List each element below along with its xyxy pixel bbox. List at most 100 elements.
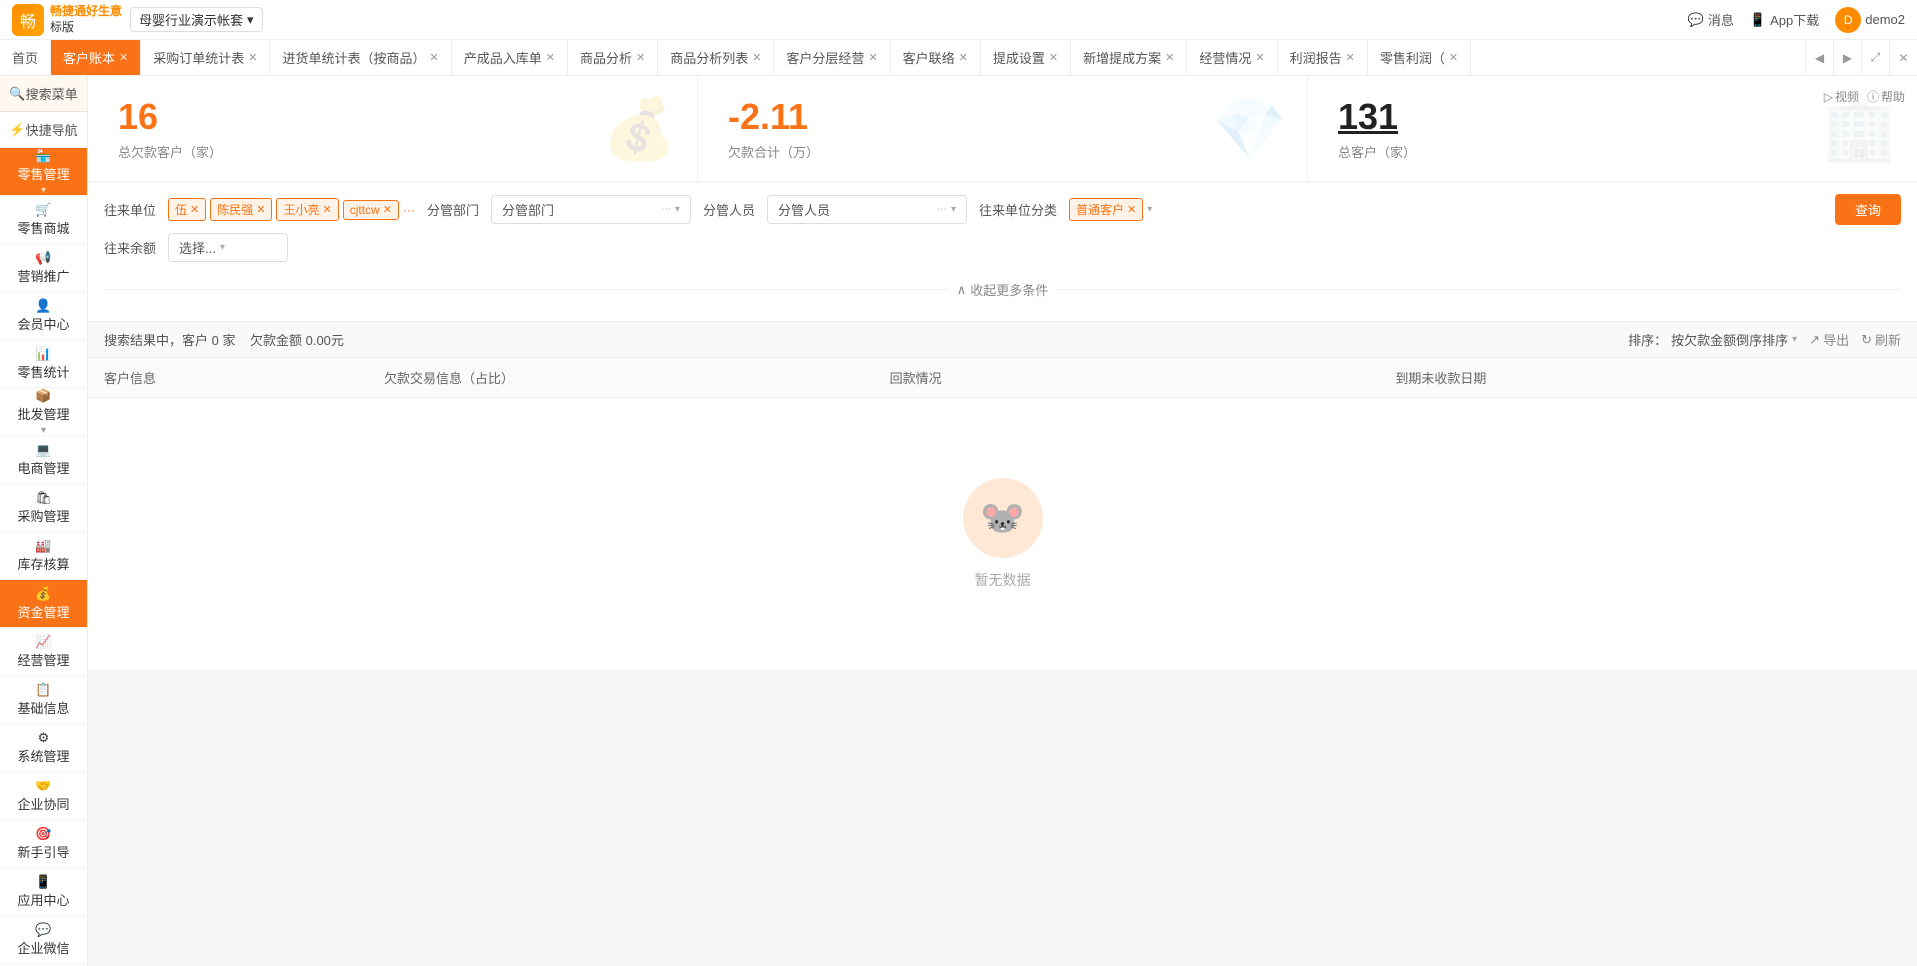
user-icon: 👤 (35, 298, 51, 314)
sidebar-item-system[interactable]: ⚙ 系统管理 (0, 724, 87, 772)
new-promotion-label: 新增提成方案 (1083, 48, 1161, 67)
message-button[interactable]: 💬 消息 (1688, 10, 1734, 29)
tab-close-icon[interactable]: ✕ (1049, 51, 1058, 64)
top-bar-right: 💬 消息 📱 App下载 D demo2 (1688, 7, 1905, 33)
store-selector[interactable]: 母婴行业演示帐套 ▾ (130, 7, 263, 32)
sidebar-item-ecommerce[interactable]: 💻 电商管理 (0, 436, 87, 484)
sidebar-item-app-center[interactable]: 📱 应用中心 (0, 868, 87, 916)
tab-purchase-order-stats[interactable]: 采购订单统计表 ✕ (141, 40, 270, 75)
tag-close-icon[interactable]: ✕ (256, 203, 265, 216)
chart-icon: 📊 (35, 346, 51, 362)
tab-product-analysis-list[interactable]: 商品分析列表 ✕ (658, 40, 774, 75)
stat-total-customers-value: 131 (1338, 96, 1398, 138)
sidebar-item-inventory[interactable]: 🏭 库存核算 (0, 532, 87, 580)
collapse-row: ∧ 收起更多条件 (104, 270, 1901, 309)
chevron-down-icon: ▾ (1147, 204, 1152, 215)
nav-expand-button[interactable]: ⤢ (1861, 40, 1889, 76)
category-tags: 普通客户 ✕ ▾ (1069, 198, 1152, 221)
collapse-button[interactable]: ∧ 收起更多条件 (957, 274, 1049, 305)
query-button[interactable]: 查询 (1835, 194, 1901, 225)
tab-close-icon[interactable]: ✕ (1346, 51, 1355, 64)
tab-close-icon[interactable]: ✕ (636, 51, 645, 64)
tab-close-icon[interactable]: ✕ (868, 51, 877, 64)
nav-next-button[interactable]: ▶ (1833, 40, 1861, 76)
sidebar-member-label: 会员中心 (17, 314, 69, 333)
video-button[interactable]: ▷ 视频 (1824, 88, 1859, 105)
refresh-button[interactable]: ↻ 刷新 (1861, 330, 1901, 349)
sidebar-basics-label: 基础信息 (17, 698, 69, 717)
dept-filter-label: 分管部门 (427, 200, 479, 219)
person-select[interactable]: 分管人员 ⋯ ▾ (767, 195, 967, 224)
tab-customer-accounts[interactable]: 客户账本 ✕ (51, 40, 141, 75)
help-button[interactable]: ⓘ 帮助 (1867, 88, 1905, 105)
tab-new-promotion[interactable]: 新增提成方案 ✕ (1071, 40, 1187, 75)
sidebar-item-retail[interactable]: 🏪 零售管理 ▾ (0, 148, 87, 196)
results-bar: 搜索结果中，客户 0 家 欠款金额 0.00元 排序： 按欠款金额倒序排序 ▾ … (88, 322, 1917, 358)
help-icon: ⓘ (1867, 88, 1879, 105)
tag-close-icon[interactable]: ✕ (1127, 203, 1136, 216)
col-credit-info: 欠款交易信息（占比） (384, 368, 890, 387)
sidebar-item-quick-nav[interactable]: ⚡ 快捷导航 (0, 112, 87, 148)
filter-more-button[interactable]: ··· (403, 203, 415, 217)
sidebar: 🔍 搜索菜单 ⚡ 快捷导航 🏪 零售管理 ▾ 🛒 零售商城 📢 营销推广 👤 会… (0, 76, 88, 966)
tab-close-icon[interactable]: ✕ (1255, 51, 1264, 64)
lightning-icon: ⚡ (9, 122, 25, 138)
tab-promotion-settings[interactable]: 提成设置 ✕ (981, 40, 1071, 75)
dept-select[interactable]: 分管部门 ⋯ ▾ (491, 195, 691, 224)
tab-customer-segment[interactable]: 客户分层经营 ✕ (774, 40, 890, 75)
tab-close-icon[interactable]: ✕ (1449, 51, 1458, 64)
tab-profit-report[interactable]: 利润报告 ✕ (1278, 40, 1368, 75)
sidebar-item-operations[interactable]: 📈 经营管理 (0, 628, 87, 676)
tab-close-icon[interactable]: ✕ (752, 51, 761, 64)
tag-close-icon[interactable]: ✕ (323, 203, 332, 216)
tab-product-analysis[interactable]: 商品分析 ✕ (568, 40, 658, 75)
top-bar-left: 畅 畅捷通好生意 标版 母婴行业演示帐套 ▾ (12, 4, 263, 36)
tab-close-icon[interactable]: ✕ (248, 51, 257, 64)
sidebar-item-newbie-guide[interactable]: 🎯 新手引导 (0, 820, 87, 868)
tab-production-inbound[interactable]: 产成品入库单 ✕ (452, 40, 568, 75)
tab-business-status[interactable]: 经营情况 ✕ (1187, 40, 1277, 75)
sidebar-item-enterprise-agreement[interactable]: 🤝 企业协同 (0, 772, 87, 820)
expand-icon: ⋯ (661, 204, 671, 215)
purchase-order-stats-label: 采购订单统计表 (153, 48, 244, 67)
sidebar-wechat-label: 企业微信 (17, 938, 69, 957)
nav-close-all-button[interactable]: ✕ (1889, 40, 1917, 76)
stat-bg-diamond-icon: 💎 (1212, 93, 1287, 164)
tag-close-icon[interactable]: ✕ (383, 203, 392, 216)
sidebar-item-retail-mall[interactable]: 🛒 零售商城 (0, 196, 87, 244)
tag-close-icon[interactable]: ✕ (190, 203, 199, 216)
sidebar-item-marketing[interactable]: 📢 营销推广 (0, 244, 87, 292)
export-button[interactable]: ↗ 导出 (1809, 330, 1849, 349)
filter-tag-1: 伍 ✕ (168, 198, 206, 221)
balance-select[interactable]: 选择... ▾ (168, 233, 288, 262)
app-download-button[interactable]: 📱 App下载 (1750, 10, 1819, 29)
tab-close-icon[interactable]: ✕ (1165, 51, 1174, 64)
tab-home[interactable]: 首页 (0, 40, 51, 75)
sort-selector[interactable]: 排序： 按欠款金额倒序排序 ▾ (1628, 330, 1797, 349)
customer-segment-label: 客户分层经营 (786, 48, 864, 67)
filter-tag-2: 陈民强 ✕ (210, 198, 272, 221)
filter-tag-4: cjttcw ✕ (343, 200, 399, 220)
tab-close-icon[interactable]: ✕ (546, 51, 555, 64)
sidebar-item-search[interactable]: 🔍 搜索菜单 (0, 76, 87, 112)
tab-close-icon[interactable]: ✕ (430, 51, 439, 64)
wechat-icon: 💬 (35, 922, 51, 938)
sidebar-item-member[interactable]: 👤 会员中心 (0, 292, 87, 340)
logo-text: 畅捷通好生意 标版 (50, 4, 122, 35)
chevron-down-icon: ▾ (675, 204, 680, 215)
user-profile[interactable]: D demo2 (1835, 7, 1905, 33)
tab-retail-profit[interactable]: 零售利润（ ✕ (1368, 40, 1471, 75)
table-empty-state: 🐭 暂无数据 (88, 398, 1917, 670)
tab-close-icon[interactable]: ✕ (959, 51, 968, 64)
sidebar-item-finance[interactable]: 💰 资金管理 (0, 580, 87, 628)
sidebar-item-enterprise-wechat[interactable]: 💬 企业微信 (0, 916, 87, 964)
sidebar-item-wholesale[interactable]: 📦 批发管理 ▾ (0, 388, 87, 436)
sidebar-item-basics[interactable]: 📋 基础信息 (0, 676, 87, 724)
sidebar-item-retail-stats[interactable]: 📊 零售统计 (0, 340, 87, 388)
tab-close-icon[interactable]: ✕ (119, 51, 128, 64)
tab-inbound-stats[interactable]: 进货单统计表（按商品） ✕ (270, 40, 451, 75)
tab-customer-contact[interactable]: 客户联络 ✕ (891, 40, 981, 75)
nav-prev-button[interactable]: ◀ (1805, 40, 1833, 76)
sidebar-marketing-label: 营销推广 (17, 266, 69, 285)
sidebar-item-purchase[interactable]: 🛍 采购管理 (0, 484, 87, 532)
